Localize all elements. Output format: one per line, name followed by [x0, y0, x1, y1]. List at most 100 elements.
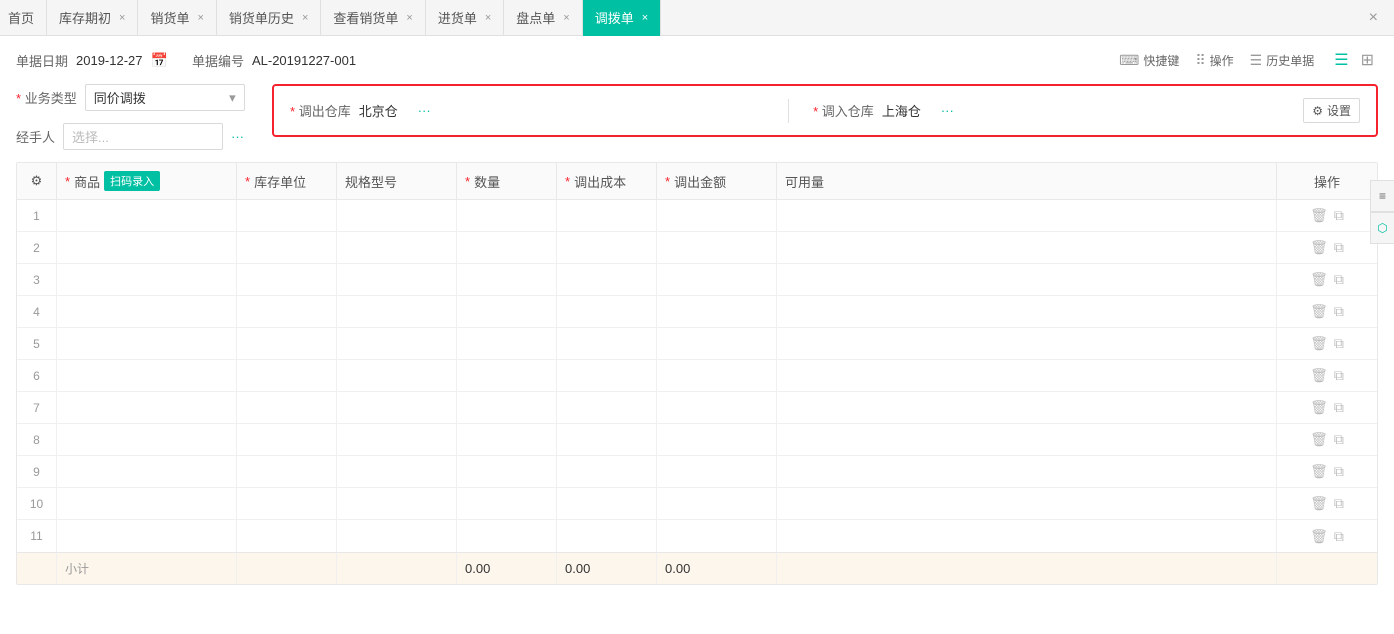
handler-more-button[interactable]: ··· [231, 129, 244, 144]
tab-home[interactable]: 首页 [8, 0, 47, 36]
row-product-6[interactable] [57, 360, 237, 391]
row-qty-9[interactable] [457, 456, 557, 487]
row-qty-6[interactable] [457, 360, 557, 391]
delete-icon-9[interactable]: 🗑 [1310, 463, 1328, 480]
row-cost-4[interactable] [557, 296, 657, 327]
row-amount-4[interactable] [657, 296, 777, 327]
row-product-4[interactable] [57, 296, 237, 327]
row-spec-10[interactable] [337, 488, 457, 519]
delete-icon-8[interactable]: 🗑 [1310, 431, 1328, 448]
row-product-9[interactable] [57, 456, 237, 487]
row-amount-11[interactable] [657, 520, 777, 552]
business-type-select[interactable]: 同价调拨 ▾ [85, 84, 245, 111]
row-unit-7[interactable] [237, 392, 337, 423]
row-qty-1[interactable] [457, 200, 557, 231]
delete-icon-10[interactable]: 🗑 [1310, 495, 1328, 512]
row-product-2[interactable] [57, 232, 237, 263]
row-qty-8[interactable] [457, 424, 557, 455]
history-button[interactable]: ☰ 历史单据 [1250, 52, 1315, 69]
row-unit-6[interactable] [237, 360, 337, 391]
row-cost-2[interactable] [557, 232, 657, 263]
row-spec-11[interactable] [337, 520, 457, 552]
operations-button[interactable]: ⠿ 操作 [1195, 52, 1233, 69]
calendar-icon[interactable]: 📅 [151, 52, 168, 69]
window-close-button[interactable]: × [1361, 9, 1386, 27]
row-product-7[interactable] [57, 392, 237, 423]
row-amount-6[interactable] [657, 360, 777, 391]
delete-icon-3[interactable]: 🗑 [1310, 271, 1328, 288]
row-product-11[interactable] [57, 520, 237, 552]
tab-inventory-check-close[interactable]: × [563, 12, 569, 24]
row-product-10[interactable] [57, 488, 237, 519]
row-qty-7[interactable] [457, 392, 557, 423]
row-unit-1[interactable] [237, 200, 337, 231]
delete-icon-4[interactable]: 🗑 [1310, 303, 1328, 320]
row-amount-8[interactable] [657, 424, 777, 455]
row-cost-9[interactable] [557, 456, 657, 487]
copy-icon-1[interactable]: ⧉ [1334, 207, 1344, 224]
row-qty-10[interactable] [457, 488, 557, 519]
row-unit-11[interactable] [237, 520, 337, 552]
row-unit-5[interactable] [237, 328, 337, 359]
tab-inventory-init[interactable]: 库存期初 × [47, 0, 138, 36]
row-spec-1[interactable] [337, 200, 457, 231]
row-amount-10[interactable] [657, 488, 777, 519]
row-cost-1[interactable] [557, 200, 657, 231]
row-unit-3[interactable] [237, 264, 337, 295]
row-cost-11[interactable] [557, 520, 657, 552]
copy-icon-8[interactable]: ⧉ [1334, 431, 1344, 448]
copy-icon-5[interactable]: ⧉ [1334, 335, 1344, 352]
th-settings[interactable]: ⚙ [17, 163, 57, 199]
shortcut-button[interactable]: ⌨ 快捷键 [1119, 52, 1179, 69]
row-amount-3[interactable] [657, 264, 777, 295]
copy-icon-10[interactable]: ⧉ [1334, 495, 1344, 512]
row-cost-8[interactable] [557, 424, 657, 455]
tab-inventory-init-close[interactable]: × [119, 12, 125, 24]
tab-sales-history-close[interactable]: × [302, 12, 308, 24]
row-spec-9[interactable] [337, 456, 457, 487]
row-cost-7[interactable] [557, 392, 657, 423]
row-spec-6[interactable] [337, 360, 457, 391]
tab-transfer-order[interactable]: 调拨单 × [583, 0, 661, 36]
row-spec-2[interactable] [337, 232, 457, 263]
tab-transfer-order-close[interactable]: × [642, 12, 648, 24]
row-qty-4[interactable] [457, 296, 557, 327]
delete-icon-5[interactable]: 🗑 [1310, 335, 1328, 352]
row-spec-4[interactable] [337, 296, 457, 327]
tab-sales-order[interactable]: 销货单 × [138, 0, 216, 36]
row-cost-6[interactable] [557, 360, 657, 391]
handler-select[interactable]: 选择... [63, 123, 223, 150]
copy-icon-7[interactable]: ⧉ [1334, 399, 1344, 416]
tab-view-sales-close[interactable]: × [406, 12, 412, 24]
tab-sales-history[interactable]: 销货单历史 × [217, 0, 321, 36]
delete-icon-11[interactable]: 🗑 [1310, 528, 1328, 545]
row-unit-10[interactable] [237, 488, 337, 519]
delete-icon-7[interactable]: 🗑 [1310, 399, 1328, 416]
row-spec-3[interactable] [337, 264, 457, 295]
list-view-button[interactable]: ☰ [1330, 48, 1352, 72]
row-amount-2[interactable] [657, 232, 777, 263]
row-spec-7[interactable] [337, 392, 457, 423]
delete-icon-6[interactable]: 🗑 [1310, 367, 1328, 384]
row-amount-9[interactable] [657, 456, 777, 487]
copy-icon-3[interactable]: ⧉ [1334, 271, 1344, 288]
copy-icon-11[interactable]: ⧉ [1334, 528, 1344, 545]
tab-sales-order-close[interactable]: × [197, 12, 203, 24]
row-qty-3[interactable] [457, 264, 557, 295]
row-unit-8[interactable] [237, 424, 337, 455]
tab-purchase-order-close[interactable]: × [485, 12, 491, 24]
row-product-5[interactable] [57, 328, 237, 359]
row-qty-5[interactable] [457, 328, 557, 359]
copy-icon-2[interactable]: ⧉ [1334, 239, 1344, 256]
row-unit-4[interactable] [237, 296, 337, 327]
tab-view-sales[interactable]: 查看销货单 × [321, 0, 425, 36]
tab-inventory-check[interactable]: 盘点单 × [504, 0, 582, 36]
row-product-1[interactable] [57, 200, 237, 231]
copy-icon-6[interactable]: ⧉ [1334, 367, 1344, 384]
scan-button[interactable]: 扫码录入 [104, 171, 160, 191]
copy-icon-4[interactable]: ⧉ [1334, 303, 1344, 320]
row-spec-5[interactable] [337, 328, 457, 359]
row-unit-9[interactable] [237, 456, 337, 487]
settings-button[interactable]: ⚙ 设置 [1303, 98, 1360, 123]
delete-icon-2[interactable]: 🗑 [1310, 239, 1328, 256]
